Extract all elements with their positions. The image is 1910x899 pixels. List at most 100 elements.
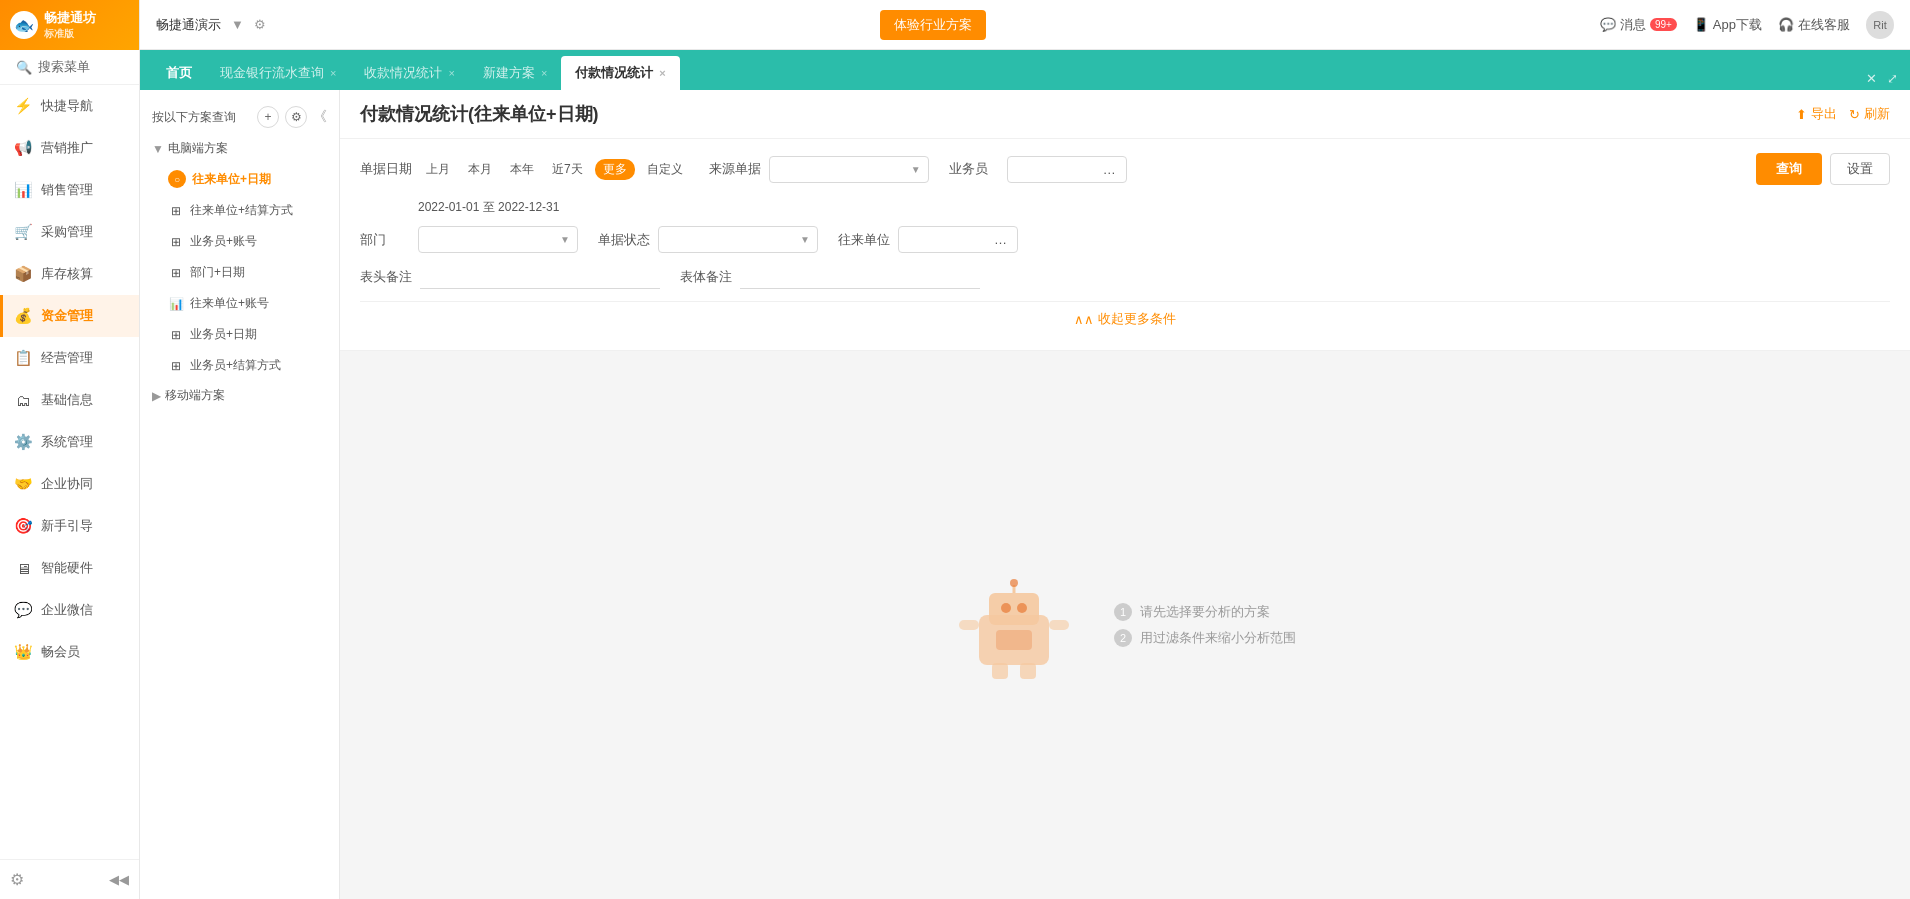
filter-settings-btn[interactable]: 设置: [1830, 153, 1890, 185]
filter-staff-item: 业务员 …: [949, 156, 1127, 183]
message-btn[interactable]: 💬 消息 99+: [1600, 16, 1677, 34]
tip-num-2: 2: [1114, 629, 1132, 647]
purchase-icon: 🛒: [13, 222, 33, 242]
logo-icon: 🐟: [10, 11, 38, 39]
scheme-item-staff-date[interactable]: ⊞ 业务员+日期: [140, 319, 339, 350]
head-note-input[interactable]: [420, 265, 660, 289]
date-this-month[interactable]: 本月: [462, 159, 498, 180]
sidebar-item-corp-collab[interactable]: 🤝 企业协同: [0, 463, 139, 505]
finance-icon: 💰: [13, 306, 33, 326]
footer-settings-icon[interactable]: ⚙: [10, 870, 24, 889]
staff-date-icon: ⊞: [168, 327, 184, 343]
staff-label: 业务员: [949, 160, 999, 178]
service-label: 在线客服: [1798, 16, 1850, 34]
trial-btn[interactable]: 体验行业方案: [880, 10, 986, 40]
export-btn[interactable]: ⬆ 导出: [1796, 105, 1837, 123]
scheme-item-unit-date[interactable]: ○ 往来单位+日期: [140, 163, 339, 195]
purchase-label: 采购管理: [41, 223, 93, 241]
sidebar-item-system[interactable]: ⚙️ 系统管理: [0, 421, 139, 463]
sidebar-item-corp-wechat[interactable]: 💬 企业微信: [0, 589, 139, 631]
source-select[interactable]: [769, 156, 929, 183]
mobile-section-arrow: ▶: [152, 389, 161, 403]
left-panel-collapse-btn[interactable]: 《: [313, 108, 327, 126]
tab-payment-close[interactable]: ×: [659, 67, 665, 79]
search-menu[interactable]: 🔍 搜索菜单: [0, 50, 139, 85]
date-custom[interactable]: 自定义: [641, 159, 689, 180]
scheme-item-unit-account[interactable]: 📊 往来单位+账号: [140, 288, 339, 319]
system-icon: ⚙️: [13, 432, 33, 452]
close-all-icon[interactable]: ✕: [1866, 71, 1877, 86]
dept-date-icon: ⊞: [168, 265, 184, 281]
sidebar-item-quick-nav[interactable]: ⚡ 快捷导航: [0, 85, 139, 127]
sidebar-item-purchase[interactable]: 🛒 采购管理: [0, 211, 139, 253]
scheme-settings-btn[interactable]: ⚙: [285, 106, 307, 128]
doc-status-label: 单据状态: [598, 231, 650, 249]
date-this-year[interactable]: 本年: [504, 159, 540, 180]
service-btn[interactable]: 🎧 在线客服: [1778, 16, 1850, 34]
scheme-item-unit-payment[interactable]: ⊞ 往来单位+结算方式: [140, 195, 339, 226]
app-download-btn[interactable]: 📱 App下载: [1693, 16, 1762, 34]
corp-collab-label: 企业协同: [41, 475, 93, 493]
sidebar-item-vip[interactable]: 👑 畅会员: [0, 631, 139, 673]
staff-input[interactable]: …: [1007, 156, 1127, 183]
query-btn[interactable]: 查询: [1756, 153, 1822, 185]
sidebar-item-sales[interactable]: 📊 销售管理: [0, 169, 139, 211]
collapse-more-btn[interactable]: ∧∧ 收起更多条件: [360, 301, 1890, 336]
sidebar-item-beginner[interactable]: 🎯 新手引导: [0, 505, 139, 547]
date-label: 单据日期: [360, 160, 412, 178]
source-label: 来源单据: [709, 160, 761, 178]
collapse-more-label: 收起更多条件: [1098, 310, 1176, 328]
footer-collapse-icon[interactable]: ◀◀: [109, 872, 129, 887]
tab-new-scheme-label: 新建方案: [483, 64, 535, 82]
doc-status-select-wrap: [658, 226, 818, 253]
add-scheme-btn[interactable]: +: [257, 106, 279, 128]
app-title: 畅捷通坊: [44, 9, 96, 27]
mobile-section-header[interactable]: ▶ 移动端方案: [140, 381, 339, 410]
refresh-btn[interactable]: ↻ 刷新: [1849, 105, 1890, 123]
user-avatar[interactable]: Rit: [1866, 11, 1894, 39]
desktop-section-header[interactable]: ▼ 电脑端方案: [140, 134, 339, 163]
left-panel-actions: + ⚙ 《: [257, 106, 327, 128]
sidebar-item-inventory[interactable]: 📦 库存核算: [0, 253, 139, 295]
filter-doc-status-item: 单据状态: [598, 226, 818, 253]
scheme-item-staff-account[interactable]: ⊞ 业务员+账号: [140, 226, 339, 257]
company-dropdown-arrow[interactable]: ▼: [231, 17, 244, 32]
partner-input[interactable]: …: [898, 226, 1018, 253]
doc-status-select[interactable]: [658, 226, 818, 253]
tab-home[interactable]: 首页: [152, 56, 206, 90]
sidebar-item-smart-hw[interactable]: 🖥 智能硬件: [0, 547, 139, 589]
sidebar-header-text: 畅捷通坊 标准版: [44, 9, 96, 41]
sidebar-item-finance[interactable]: 💰 资金管理: [0, 295, 139, 337]
tab-collection-label: 收款情况统计: [364, 64, 442, 82]
filter-source-item: 来源单据: [709, 156, 929, 183]
page-title: 付款情况统计(往来单位+日期): [360, 102, 599, 126]
tab-payment[interactable]: 付款情况统计 ×: [561, 56, 679, 90]
scheme-item-dept-date[interactable]: ⊞ 部门+日期: [140, 257, 339, 288]
tab-new-scheme[interactable]: 新建方案 ×: [469, 56, 561, 90]
expand-icon[interactable]: ⤢: [1887, 71, 1898, 86]
empty-tip-2: 2 用过滤条件来缩小分析范围: [1114, 629, 1296, 647]
corp-wechat-label: 企业微信: [41, 601, 93, 619]
tab-bank-close[interactable]: ×: [330, 67, 336, 79]
sidebar-item-basic-info[interactable]: 🗂 基础信息: [0, 379, 139, 421]
page-header-actions: ⬆ 导出 ↻ 刷新: [1796, 105, 1890, 123]
tab-home-label: 首页: [166, 64, 192, 82]
tab-collection[interactable]: 收款情况统计 ×: [350, 56, 468, 90]
empty-state-content: 1 请先选择要分析的方案 2 用过滤条件来缩小分析范围: [954, 575, 1296, 675]
date-last-month[interactable]: 上月: [420, 159, 456, 180]
sidebar-item-operations[interactable]: 📋 经营管理: [0, 337, 139, 379]
date-more[interactable]: 更多: [595, 159, 635, 180]
tab-new-scheme-close[interactable]: ×: [541, 67, 547, 79]
scheme-item-staff-payment[interactable]: ⊞ 业务员+结算方式: [140, 350, 339, 381]
staff-ellipsis-icon: …: [1103, 162, 1116, 177]
body-note-input[interactable]: [740, 265, 980, 289]
tab-collection-close[interactable]: ×: [448, 67, 454, 79]
dept-select[interactable]: [418, 226, 578, 253]
main-area: 畅捷通演示 ▼ ⚙ 体验行业方案 💬 消息 99+ 📱 App下载 🎧 在线客服…: [140, 0, 1910, 899]
tab-bank[interactable]: 现金银行流水查询 ×: [206, 56, 350, 90]
sidebar-item-marketing[interactable]: 📢 营销推广: [0, 127, 139, 169]
corp-wechat-icon: 💬: [13, 600, 33, 620]
date-last-7days[interactable]: 近7天: [546, 159, 589, 180]
topbar-settings-icon[interactable]: ⚙: [254, 17, 266, 32]
message-icon: 💬: [1600, 17, 1616, 32]
